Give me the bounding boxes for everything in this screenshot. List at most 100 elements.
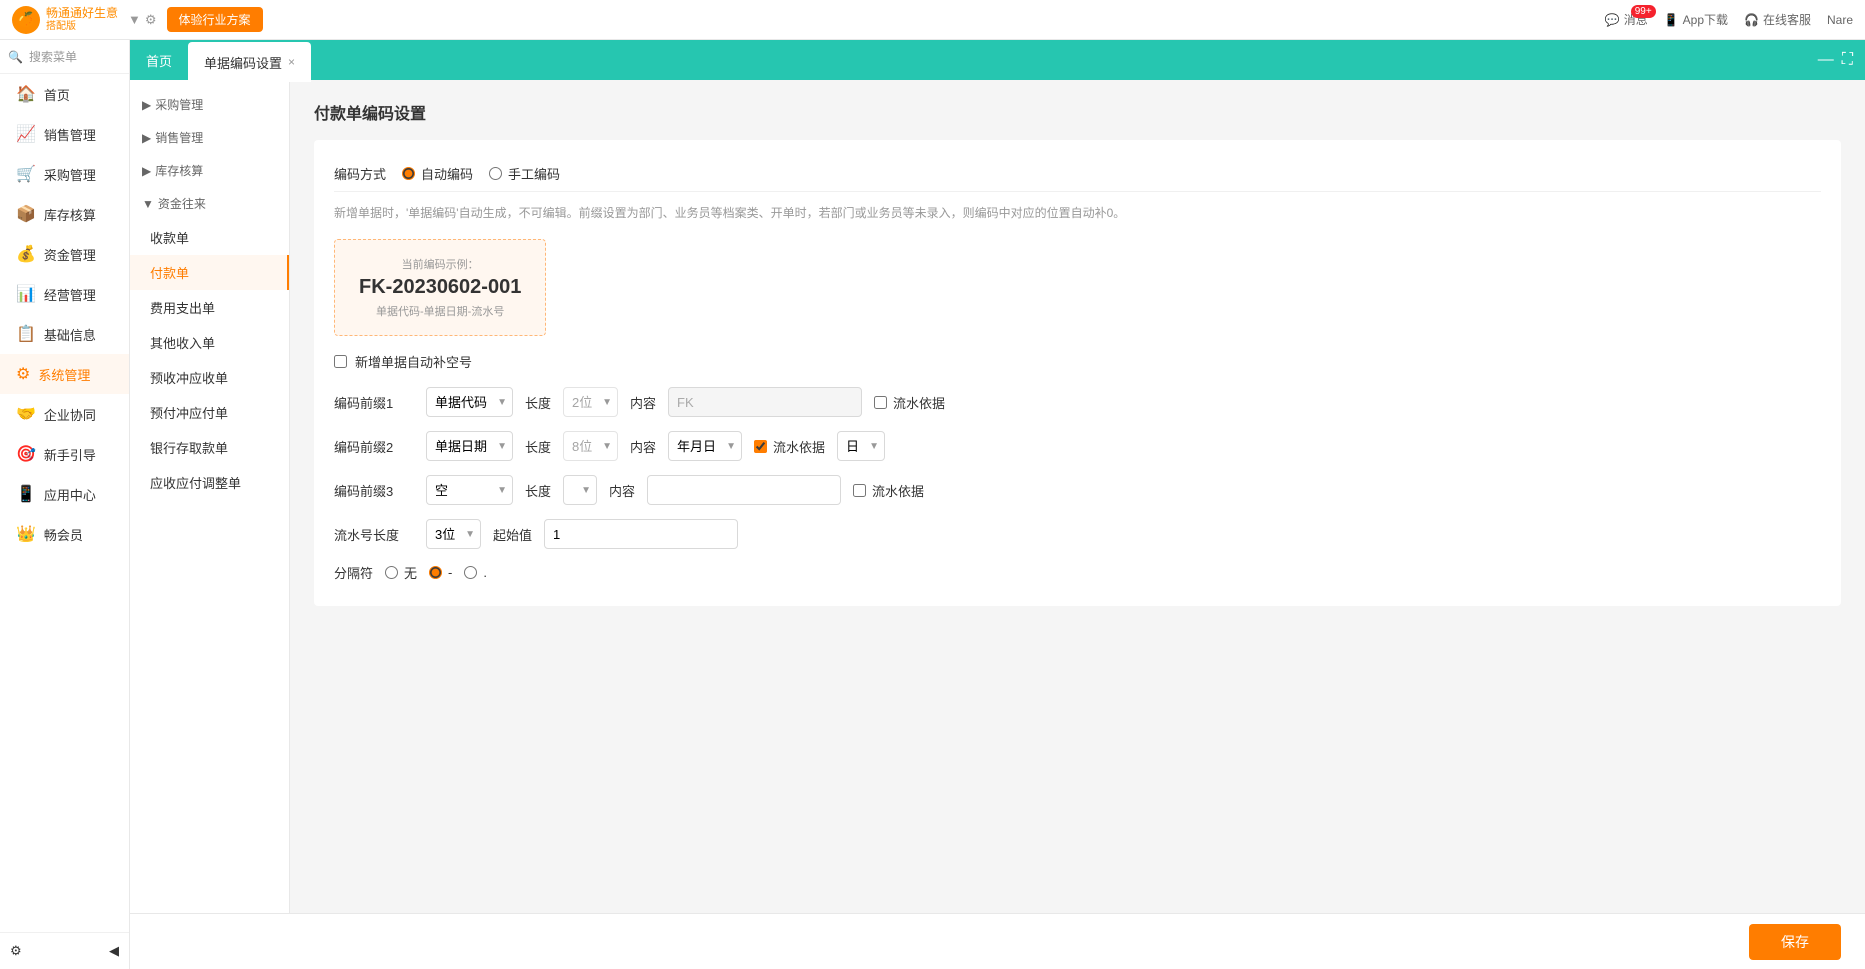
radio-group: 自动编码 手工编码 — [402, 164, 560, 183]
brand: 🍊 畅通通好生意 搭配版 — [12, 6, 118, 34]
length-1-select[interactable]: 2位 — [563, 387, 618, 417]
sub-nav-item-advance-offset[interactable]: 预付冲应付单 — [130, 395, 289, 430]
prefix-3-select-wrapper: 单据代码 单据日期 空 ▼ — [426, 475, 513, 505]
content-1-input[interactable] — [668, 387, 862, 417]
encoding-type-row: 编码方式 自动编码 手工编码 — [334, 156, 1821, 192]
collab-icon: 🤝 — [16, 404, 36, 424]
manual-encode-radio[interactable] — [489, 167, 502, 180]
content-area: 首页 单据编码设置 × — ⛶ ▶ 采购管理 — [130, 40, 1865, 969]
prefix-1-select-wrapper: 单据代码 单据日期 空 ▼ — [426, 387, 513, 417]
length-2-label: 长度 — [525, 437, 551, 456]
serial-length-label: 流水号长度 — [334, 525, 414, 544]
sales-icon: 📈 — [16, 124, 36, 144]
sub-nav-header-purchase[interactable]: ▶ 采购管理 — [130, 88, 289, 121]
serial-3-checkbox[interactable] — [853, 484, 866, 497]
length-1-label: 长度 — [525, 393, 551, 412]
manual-encode-option[interactable]: 手工编码 — [489, 164, 560, 183]
length-2-select[interactable]: 8位 — [563, 431, 618, 461]
sub-nav-group-sales: ▶ 销售管理 — [130, 121, 289, 154]
window-minimize-icon[interactable]: — — [1818, 51, 1834, 69]
serial-length-select[interactable]: 3位 4位 5位 — [426, 519, 481, 549]
sub-nav-item-payment[interactable]: 付款单 — [130, 255, 289, 290]
sidebar-item-member[interactable]: 👑 畅会员 — [0, 514, 129, 554]
sep-none-radio[interactable] — [385, 566, 398, 579]
serial-2-checkbox-label[interactable]: 流水依据 — [754, 437, 825, 456]
experience-button[interactable]: 体验行业方案 — [167, 7, 263, 32]
window-expand-icon[interactable]: ⛶ — [1842, 51, 1853, 69]
content-3-label: 内容 — [609, 481, 635, 500]
sidebar-item-app-center[interactable]: 📱 应用中心 — [0, 474, 129, 514]
auto-fill-checkbox[interactable] — [334, 355, 347, 368]
serial-period-select[interactable]: 日 月 年 — [837, 431, 885, 461]
sep-dash-option[interactable]: - — [429, 565, 452, 580]
purchase-icon: 🛒 — [16, 164, 36, 184]
page-title: 付款单编码设置 — [314, 100, 1841, 124]
nav-arrows[interactable]: ▼ ⚙ — [128, 12, 157, 28]
tab-encoding-settings[interactable]: 单据编码设置 × — [188, 42, 311, 82]
sidebar-item-collab[interactable]: 🤝 企业协同 — [0, 394, 129, 434]
sidebar-item-sales[interactable]: 📈 销售管理 — [0, 114, 129, 154]
sub-nav-item-receipt[interactable]: 收款单 — [130, 220, 289, 255]
serial-3-checkbox-label[interactable]: 流水依据 — [853, 481, 924, 500]
brand-text: 畅通通好生意 搭配版 — [46, 6, 118, 32]
sub-nav-header-inventory[interactable]: ▶ 库存核算 — [130, 154, 289, 187]
auto-encode-radio[interactable] — [402, 167, 415, 180]
separator-row: 分隔符 无 - . — [334, 563, 1821, 582]
brand-icon: 🍊 — [12, 6, 40, 34]
sidebar-item-newbie[interactable]: 🎯 新手引导 — [0, 434, 129, 474]
sep-none-option[interactable]: 无 — [385, 563, 417, 582]
sidebar-item-finance[interactable]: 💰 资金管理 — [0, 234, 129, 274]
app-download-button[interactable]: 📱 App下载 — [1664, 11, 1728, 28]
user-name[interactable]: Nare — [1827, 13, 1853, 27]
sidebar-item-home[interactable]: 🏠 首页 — [0, 74, 129, 114]
search-menu[interactable]: 🔍 搜索菜单 — [0, 40, 129, 74]
sep-dot-radio[interactable] — [464, 566, 477, 579]
serial-period-select-wrapper: 日 月 年 ▼ — [837, 431, 885, 461]
sub-nav-group-inventory: ▶ 库存核算 — [130, 154, 289, 187]
start-value-input[interactable] — [544, 519, 738, 549]
top-bar-left: 🍊 畅通通好生意 搭配版 ▼ ⚙ 体验行业方案 — [12, 6, 263, 34]
sub-nav-item-expense[interactable]: 费用支出单 — [130, 290, 289, 325]
messages-button[interactable]: 💬 消息 99+ — [1605, 11, 1648, 28]
bottom-bar: 保存 — [130, 913, 1865, 969]
length-3-select[interactable] — [563, 475, 597, 505]
footer-collapse-icon[interactable]: ◀ — [109, 943, 119, 959]
auto-fill-row: 新增单据自动补空号 — [334, 352, 1821, 371]
save-button[interactable]: 保存 — [1749, 924, 1841, 960]
content-1-label: 内容 — [630, 393, 656, 412]
sub-nav-item-other-income[interactable]: 其他收入单 — [130, 325, 289, 360]
sidebar-item-basic-info[interactable]: 📋 基础信息 — [0, 314, 129, 354]
tab-close-icon[interactable]: × — [288, 55, 295, 69]
serial-1-checkbox[interactable] — [874, 396, 887, 409]
content-3-input[interactable] — [647, 475, 841, 505]
sub-nav-item-prepay-offset[interactable]: 预收冲应收单 — [130, 360, 289, 395]
sub-nav-item-bank[interactable]: 银行存取款单 — [130, 430, 289, 465]
sep-dash-radio[interactable] — [429, 566, 442, 579]
online-service-button[interactable]: 🎧 在线客服 — [1744, 11, 1811, 28]
sidebar-item-system[interactable]: ⚙ 系统管理 — [0, 354, 129, 394]
serial-1-checkbox-label[interactable]: 流水依据 — [874, 393, 945, 412]
sidebar-item-inventory[interactable]: 📦 库存核算 — [0, 194, 129, 234]
prefix-2-select[interactable]: 单据代码 单据日期 空 — [426, 431, 513, 461]
nav-dropdown-icon[interactable]: ▼ — [128, 12, 141, 27]
auto-encode-option[interactable]: 自动编码 — [402, 164, 473, 183]
settings-icon[interactable]: ⚙ — [145, 12, 157, 28]
footer-settings-icon[interactable]: ⚙ — [10, 943, 22, 959]
prefix-3-select[interactable]: 单据代码 单据日期 空 — [426, 475, 513, 505]
serial-length-row: 流水号长度 3位 4位 5位 ▼ 起始值 — [334, 519, 1821, 549]
content-2-select[interactable]: 年月日 年月 年 — [668, 431, 742, 461]
code-preview: 当前编码示例： FK-20230602-001 单据代码-单据日期-流水号 — [334, 239, 546, 336]
newbie-icon: 🎯 — [16, 444, 36, 464]
sep-dot-option[interactable]: . — [464, 565, 487, 580]
sub-nav-item-adjustment[interactable]: 应收应付调整单 — [130, 465, 289, 500]
sidebar-footer: ⚙ ◀ — [0, 932, 129, 969]
tab-home[interactable]: 首页 — [130, 40, 188, 80]
sidebar-item-operations[interactable]: 📊 经营管理 — [0, 274, 129, 314]
sub-nav-header-finance[interactable]: ▼ 资金往来 — [130, 187, 289, 220]
prefix-row-2: 编码前缀2 单据代码 单据日期 空 ▼ 长度 8位 — [334, 431, 1821, 461]
serial-2-checkbox[interactable] — [754, 440, 767, 453]
sub-nav-header-sales[interactable]: ▶ 销售管理 — [130, 121, 289, 154]
sidebar-item-purchase[interactable]: 🛒 采购管理 — [0, 154, 129, 194]
prefix-1-select[interactable]: 单据代码 单据日期 空 — [426, 387, 513, 417]
encoding-type-label: 编码方式 — [334, 164, 386, 183]
